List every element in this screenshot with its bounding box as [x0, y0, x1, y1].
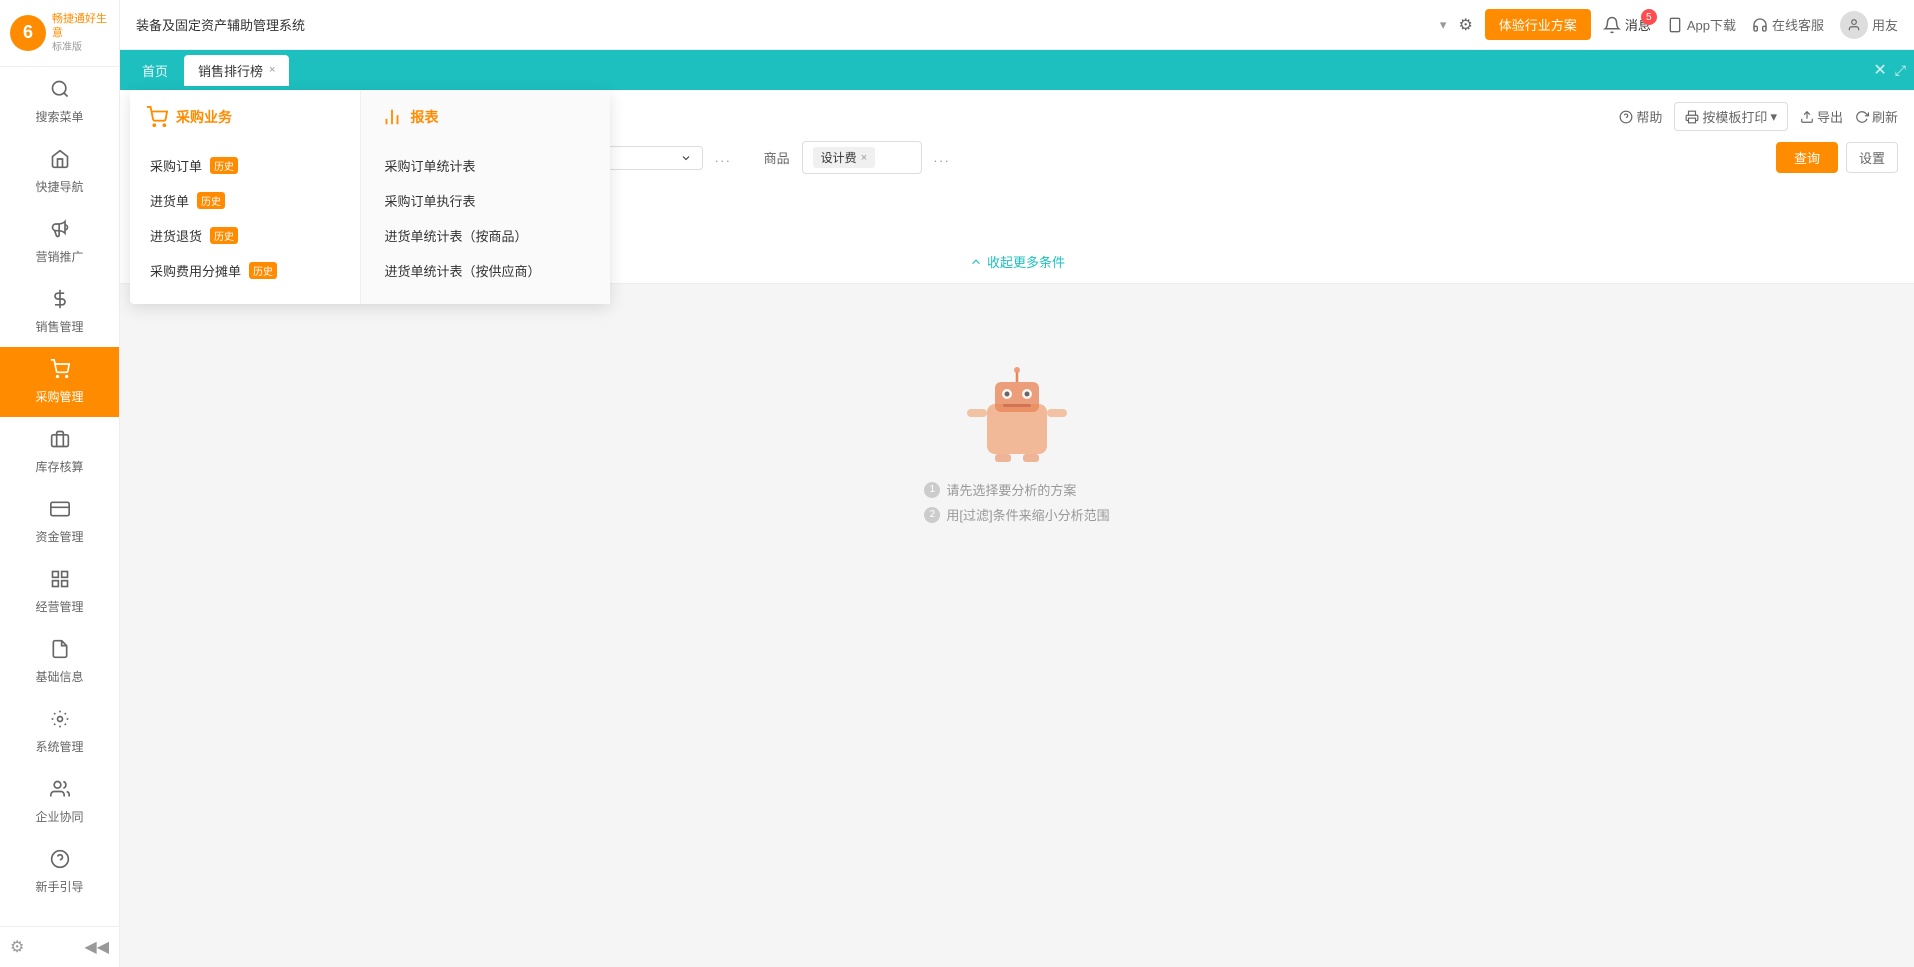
- purchase-dropdown-menu: 采购业务 采购订单 历史 进货单 历史 进货退货 历史 采购费用分摊单 历史: [130, 90, 610, 304]
- purchase-section: 采购业务 采购订单 历史 进货单 历史 进货退货 历史 采购费用分摊单 历史: [146, 106, 360, 288]
- sidebar-item-cooperation[interactable]: 企业协同: [0, 767, 119, 837]
- sales-icon: [50, 289, 70, 314]
- sidebar-item-inventory[interactable]: 库存核算: [0, 417, 119, 487]
- settings-footer-icon[interactable]: ⚙: [10, 937, 24, 957]
- sidebar-item-sales[interactable]: 销售管理: [0, 277, 119, 347]
- report-section-icon: [381, 106, 403, 128]
- guide-icon: [50, 849, 70, 874]
- menu-item-incoming[interactable]: 进货单 历史: [146, 183, 360, 218]
- sidebar: 6 畅捷通好生意 标准版 搜索菜单 快捷导航: [0, 0, 120, 967]
- sidebar-item-operations[interactable]: 经营管理: [0, 557, 119, 627]
- menu-item-purchase-order[interactable]: 采购订单 历史: [146, 148, 360, 183]
- menu-item-incoming-by-supplier[interactable]: 进货单统计表（按供应商）: [381, 253, 595, 288]
- active-indicator: [116, 370, 119, 394]
- sidebar-item-marketing[interactable]: 营销推广: [0, 207, 119, 277]
- sidebar-footer: ⚙ ◀◀: [0, 926, 119, 967]
- purchase-icon: [50, 359, 70, 384]
- sidebar-nav: 搜索菜单 快捷导航 营销推广 销售管理: [0, 67, 119, 926]
- dropdown-overlay[interactable]: 采购业务 采购订单 历史 进货单 历史 进货退货 历史 采购费用分摊单 历史: [120, 0, 1914, 967]
- return-badge: 历史: [210, 227, 238, 244]
- report-section-title: 报表: [381, 106, 595, 136]
- expense-badge: 历史: [249, 262, 277, 279]
- sidebar-item-search[interactable]: 搜索菜单: [0, 67, 119, 137]
- cooperation-icon: [50, 779, 70, 804]
- collapse-sidebar-icon[interactable]: ◀◀: [84, 937, 109, 957]
- inventory-icon: [50, 429, 70, 454]
- basic-info-icon: [50, 639, 70, 664]
- capital-icon: [50, 499, 70, 524]
- report-section: 报表 采购订单统计表 采购订单执行表 进货单统计表（按商品） 进货单统计表（按供…: [360, 90, 611, 304]
- sidebar-item-capital[interactable]: 资金管理: [0, 487, 119, 557]
- sidebar-item-system[interactable]: 系统管理: [0, 697, 119, 767]
- search-icon: [50, 79, 70, 104]
- purchase-section-title: 采购业务: [146, 106, 360, 136]
- menu-item-return[interactable]: 进货退货 历史: [146, 218, 360, 253]
- system-icon: [50, 709, 70, 734]
- menu-item-purchase-order-exec[interactable]: 采购订单执行表: [381, 183, 595, 218]
- operations-icon: [50, 569, 70, 594]
- home-icon: [50, 149, 70, 174]
- menu-item-purchase-order-stat[interactable]: 采购订单统计表: [381, 148, 595, 183]
- sidebar-item-guide[interactable]: 新手引导: [0, 837, 119, 907]
- sidebar-item-purchase[interactable]: 采购管理: [0, 347, 119, 417]
- logo-icon: 6: [10, 15, 46, 51]
- incoming-badge: 历史: [197, 192, 225, 209]
- purchase-section-icon: [146, 106, 168, 128]
- megaphone-icon: [50, 219, 70, 244]
- sidebar-item-basic-info[interactable]: 基础信息: [0, 627, 119, 697]
- menu-item-expense[interactable]: 采购费用分摊单 历史: [146, 253, 360, 288]
- menu-item-incoming-by-goods[interactable]: 进货单统计表（按商品）: [381, 218, 595, 253]
- logo: 6 畅捷通好生意 标准版: [0, 0, 119, 67]
- logo-text: 畅捷通好生意 标准版: [52, 12, 109, 54]
- sidebar-item-quick-nav[interactable]: 快捷导航: [0, 137, 119, 207]
- purchase-order-badge: 历史: [210, 157, 238, 174]
